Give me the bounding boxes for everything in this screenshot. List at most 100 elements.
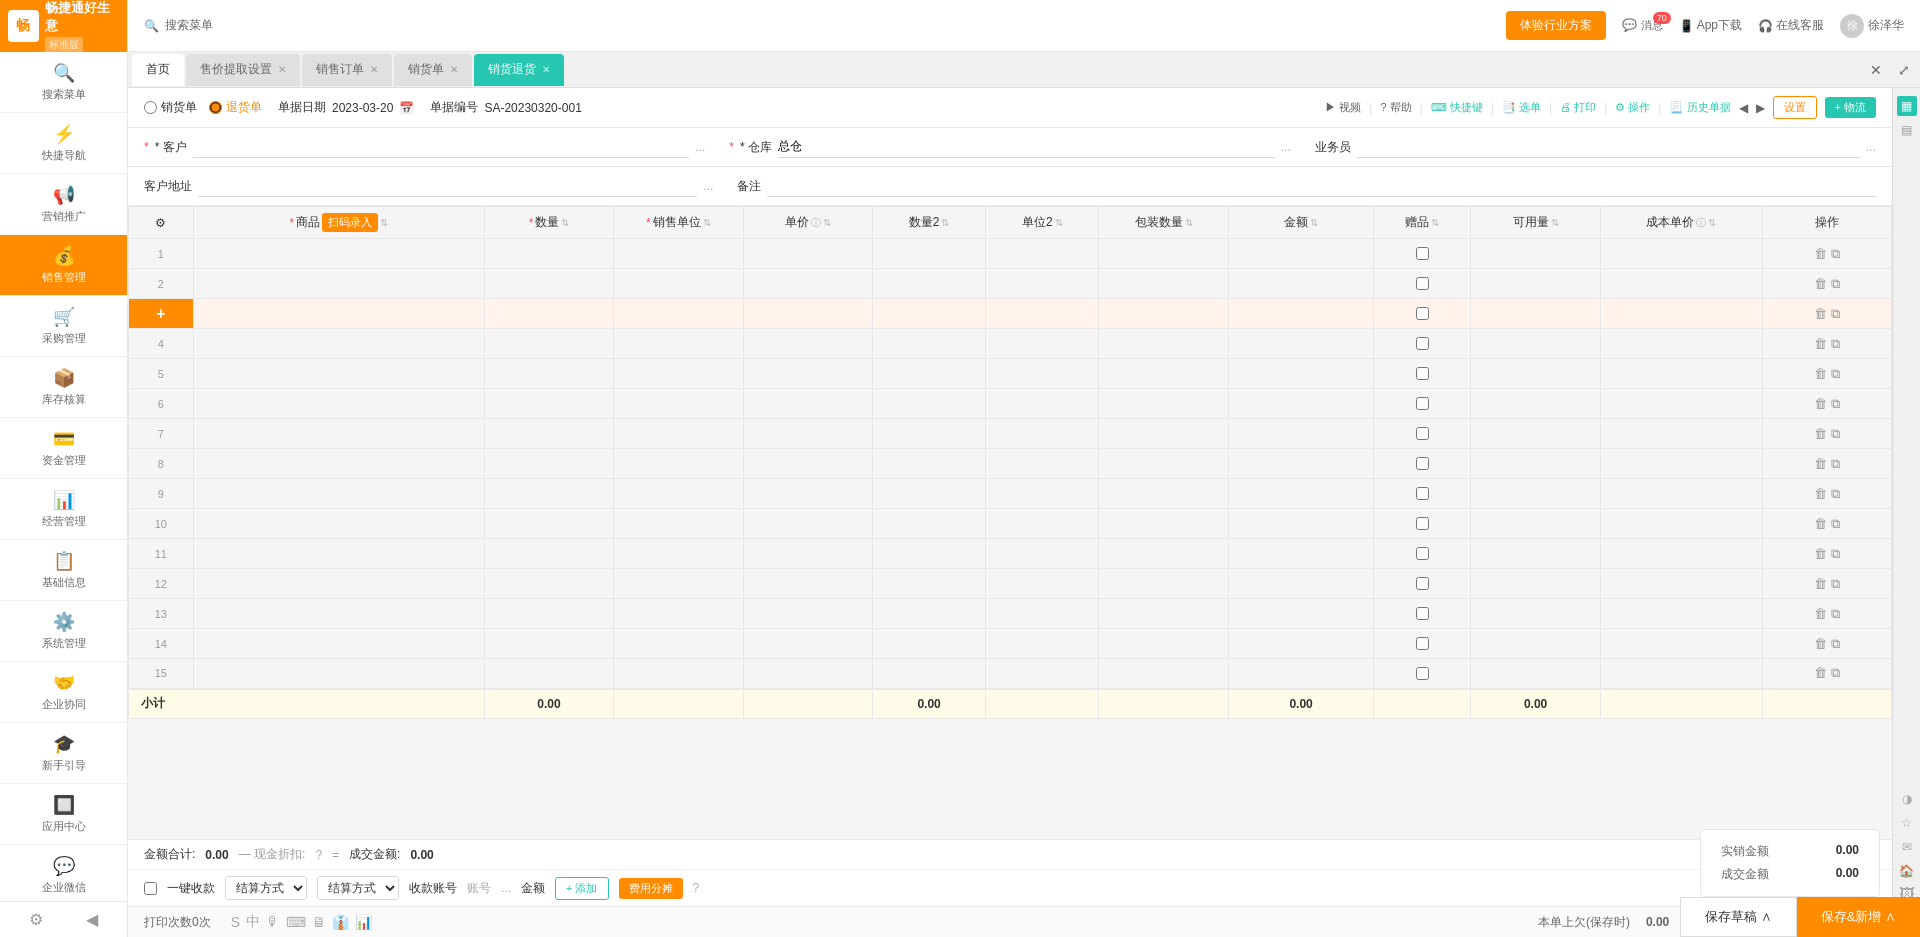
copy-row-btn[interactable]: ⧉ — [1831, 636, 1840, 652]
qty2-sort-icon[interactable]: ⇅ — [941, 217, 949, 228]
copy-row-btn[interactable]: ⧉ — [1831, 665, 1840, 681]
online-service-btn[interactable]: 🎧 在线客服 — [1758, 17, 1824, 34]
radio-sales[interactable]: 销货单 — [144, 99, 197, 116]
delete-row-btn[interactable]: 🗑 — [1814, 576, 1827, 592]
app-download-btn[interactable]: 📱 App下载 — [1679, 17, 1742, 34]
status-icon-4[interactable]: ⌨ — [286, 914, 306, 930]
cost-sort-icon[interactable]: ⇅ — [1708, 217, 1716, 228]
delete-row-btn[interactable]: 🗑 — [1814, 546, 1827, 562]
sidebar-item-finance[interactable]: 💳 资金管理 — [0, 418, 127, 479]
scan-btn[interactable]: 扫码录入 — [322, 213, 378, 232]
copy-row-btn[interactable]: ⧉ — [1831, 276, 1840, 292]
table-settings-icon[interactable]: ⚙ — [155, 216, 166, 230]
sidebar-item-appcenter[interactable]: 🔲 应用中心 — [0, 784, 127, 845]
pkgqty-cell[interactable] — [1099, 299, 1228, 329]
delete-row-btn[interactable]: 🗑 — [1814, 486, 1827, 502]
gift-checkbox[interactable] — [1416, 277, 1429, 290]
tab-maximize-btn[interactable]: ⤢ — [1892, 60, 1916, 80]
add-payment-btn[interactable]: + 添加 — [555, 877, 608, 900]
settings-btn[interactable]: 设置 — [1773, 96, 1817, 119]
tab-price-extract[interactable]: 售价提取设置 ✕ — [186, 54, 300, 86]
delete-row-btn[interactable]: 🗑 — [1814, 426, 1827, 442]
radio-return[interactable]: 退货单 — [209, 99, 262, 116]
video-action[interactable]: ▶ 视频 — [1325, 100, 1361, 115]
delete-row-btn[interactable]: 🗑 — [1814, 516, 1827, 532]
shortcut-action[interactable]: ⌨ 快捷键 — [1431, 100, 1483, 115]
status-icon-7[interactable]: 📊 — [355, 914, 372, 930]
copy-row-btn[interactable]: ⧉ — [1831, 366, 1840, 382]
trial-btn[interactable]: 体验行业方案 — [1506, 11, 1606, 40]
delete-row-btn[interactable]: 🗑 — [1814, 665, 1827, 681]
address-input[interactable] — [198, 175, 697, 197]
pkgqty-sort-icon[interactable]: ⇅ — [1185, 217, 1193, 228]
delete-row-btn[interactable]: 🗑 — [1814, 276, 1827, 292]
gift-checkbox[interactable] — [1416, 577, 1429, 590]
status-icon-2[interactable]: 中 — [246, 913, 260, 931]
unit2-cell[interactable] — [986, 239, 1099, 269]
gift-checkbox[interactable] — [1416, 427, 1429, 440]
settle-method-select[interactable]: 结算方式 — [225, 876, 307, 900]
warehouse-dots[interactable]: ... — [1281, 140, 1291, 154]
row-add-btn[interactable]: + — [129, 299, 194, 329]
amount-cell[interactable] — [1228, 269, 1374, 299]
sidebar-right-2[interactable]: ☆ — [1897, 813, 1917, 833]
cost-cell[interactable] — [1600, 269, 1762, 299]
delete-row-btn[interactable]: 🗑 — [1814, 636, 1827, 652]
qty2-cell[interactable] — [872, 299, 985, 329]
price-sort-icon[interactable]: ⇅ — [823, 217, 831, 228]
customer-dots[interactable]: ... — [695, 140, 705, 154]
sidebar-collapse-btn[interactable]: ◀ — [86, 910, 98, 929]
sidebar-item-inventory[interactable]: 📦 库存核算 — [0, 357, 127, 418]
status-icon-1[interactable]: S — [231, 914, 240, 930]
sidebar-item-basic[interactable]: 📋 基础信息 — [0, 540, 127, 601]
radio-sales-input[interactable] — [144, 101, 157, 114]
tab-price-extract-close[interactable]: ✕ — [278, 64, 286, 75]
unit2-cell[interactable] — [986, 299, 1099, 329]
list-view-btn[interactable]: ▤ — [1897, 120, 1917, 140]
one-click-pay-checkbox[interactable] — [144, 882, 157, 895]
sidebar-right-3[interactable]: ✉ — [1897, 837, 1917, 857]
sidebar-item-guide[interactable]: 🎓 新手引导 — [0, 723, 127, 784]
address-dots[interactable]: ... — [703, 179, 713, 193]
grid-view-btn[interactable]: ▦ — [1897, 96, 1917, 116]
unit2-cell[interactable] — [986, 269, 1099, 299]
delete-row-btn[interactable]: 🗑 — [1814, 336, 1827, 352]
amount-sort-icon[interactable]: ⇅ — [1310, 217, 1318, 228]
gift-checkbox[interactable] — [1416, 307, 1429, 320]
delete-row-btn[interactable]: 🗑 — [1814, 366, 1827, 382]
amount-cell[interactable] — [1228, 239, 1374, 269]
gift-cell[interactable] — [1374, 239, 1471, 269]
radio-return-input[interactable] — [209, 101, 222, 114]
sidebar-item-marketing[interactable]: 📢 营销推广 — [0, 174, 127, 235]
status-icon-6[interactable]: 👔 — [332, 914, 349, 930]
pkgqty-cell[interactable] — [1099, 239, 1228, 269]
copy-row-btn[interactable]: ⧉ — [1831, 576, 1840, 592]
next-record-btn[interactable]: ▶ — [1756, 101, 1765, 115]
sidebar-item-system[interactable]: ⚙️ 系统管理 — [0, 601, 127, 662]
gift-checkbox[interactable] — [1416, 547, 1429, 560]
price-cell[interactable] — [743, 269, 872, 299]
customer-input[interactable] — [193, 136, 690, 158]
sidebar-item-enterprise[interactable]: 🤝 企业协同 — [0, 662, 127, 723]
copy-row-btn[interactable]: ⧉ — [1831, 396, 1840, 412]
gift-checkbox[interactable] — [1416, 607, 1429, 620]
product-input[interactable] — [198, 307, 480, 321]
gift-checkbox[interactable] — [1416, 457, 1429, 470]
gift-checkbox[interactable] — [1416, 517, 1429, 530]
tab-home[interactable]: 首页 — [132, 54, 184, 86]
gift-checkbox[interactable] — [1416, 247, 1429, 260]
sidebar-item-operations[interactable]: 📊 经营管理 — [0, 479, 127, 540]
gift-checkbox[interactable] — [1416, 337, 1429, 350]
expense-help-icon[interactable]: ? — [693, 881, 700, 895]
expense-btn[interactable]: 费用分摊 — [619, 878, 683, 899]
unit-sort-icon[interactable]: ⇅ — [703, 217, 711, 228]
avail-cell[interactable] — [1471, 239, 1600, 269]
tab-close-all-btn[interactable]: ✕ — [1864, 60, 1888, 80]
tab-sales-return-close[interactable]: ✕ — [542, 64, 550, 75]
copy-row-btn[interactable]: ⧉ — [1831, 486, 1840, 502]
delete-row-btn[interactable]: 🗑 — [1814, 606, 1827, 622]
tab-sales-delivery[interactable]: 销货单 ✕ — [394, 54, 472, 86]
cost-cell[interactable] — [1600, 299, 1762, 329]
tab-sales-return[interactable]: 销货退货 ✕ — [474, 54, 564, 86]
copy-row-btn[interactable]: ⧉ — [1831, 336, 1840, 352]
